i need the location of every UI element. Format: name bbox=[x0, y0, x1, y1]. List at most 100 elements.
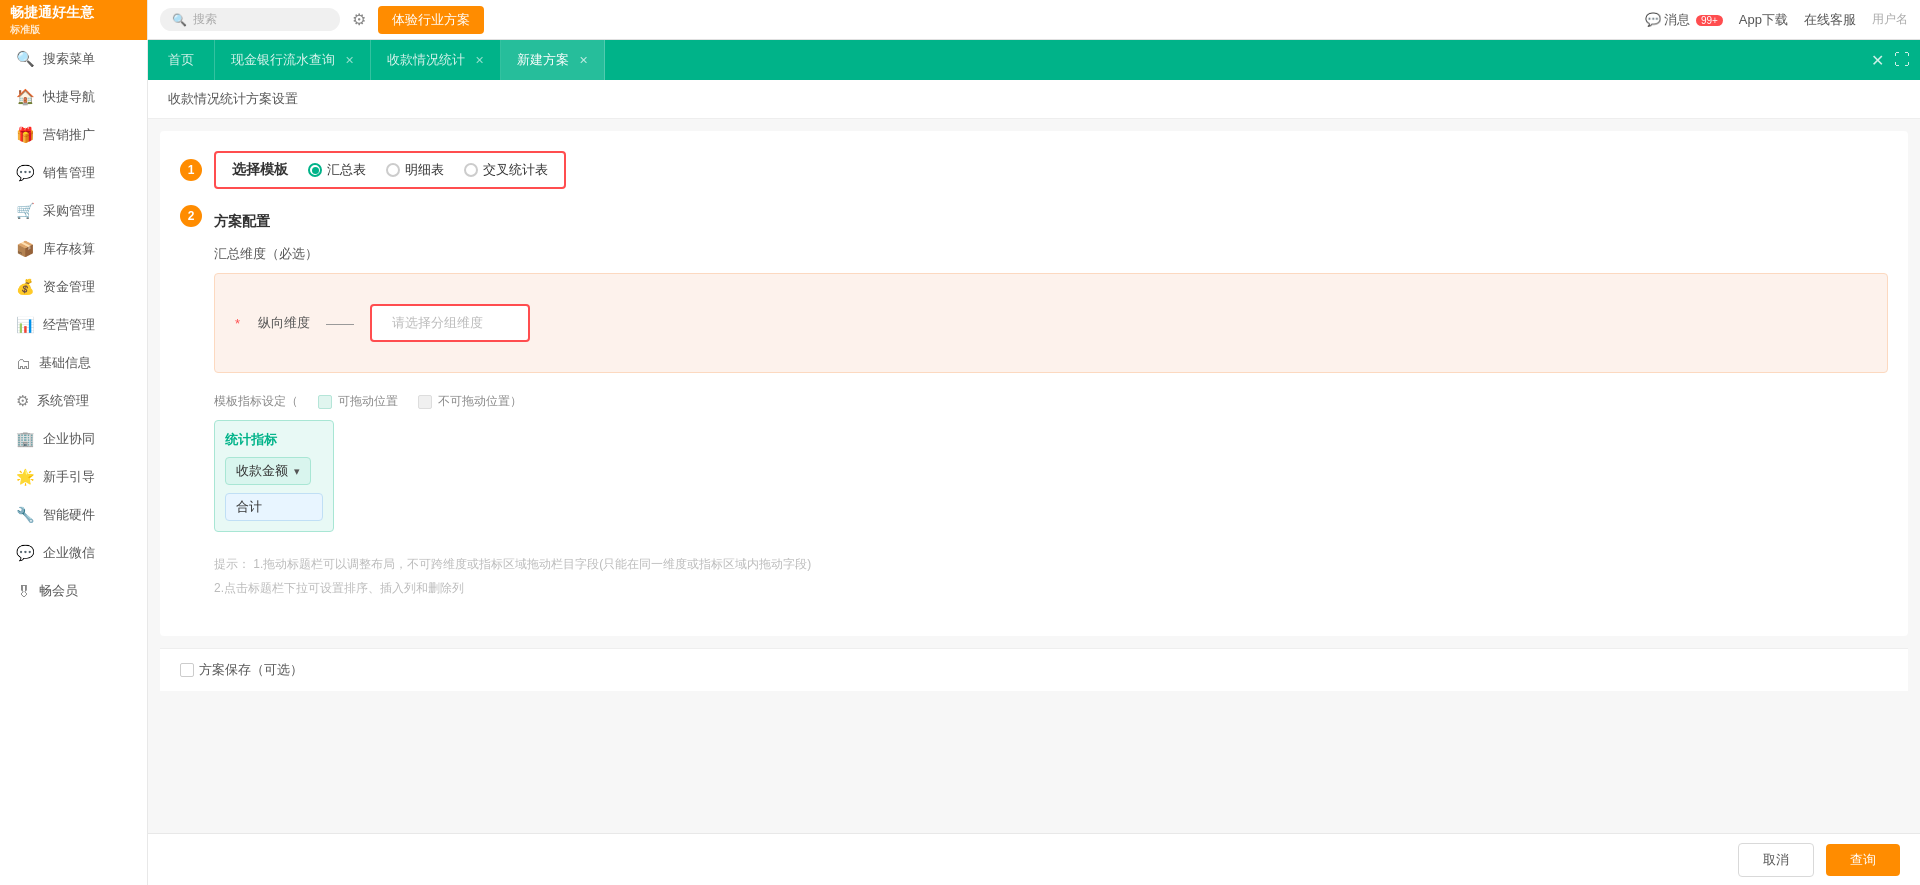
metric-subtag-total[interactable]: 合计 bbox=[225, 493, 323, 521]
step2-label: 方案配置 bbox=[214, 213, 1888, 231]
topbar: 🔍 搜索 ⚙ 体验行业方案 💬 消息 99+ App下载 在线客服 用户名 bbox=[148, 0, 1920, 40]
save-checkbox-label[interactable]: 方案保存（可选） bbox=[180, 661, 303, 679]
notification-icon[interactable]: 💬 消息 99+ bbox=[1645, 11, 1723, 29]
form-section: 1 选择模板 汇总表 明细表 交叉统 bbox=[160, 131, 1908, 636]
vertical-dim-label: 纵向维度 bbox=[258, 314, 310, 332]
gear-icon[interactable]: ⚙ bbox=[352, 10, 366, 29]
step2-row: 2 方案配置 汇总维度（必选） * 纵向维度 —— 请选择分组维度 bbox=[180, 205, 1888, 600]
search-icon: 🔍 bbox=[172, 13, 187, 27]
sidebar-item-basic-info[interactable]: 🗂 基础信息 bbox=[0, 344, 147, 382]
sidebar-item-finance[interactable]: 💰 资金管理 bbox=[0, 268, 147, 306]
save-row: 方案保存（可选） bbox=[160, 648, 1908, 691]
legend-no-drag-box bbox=[418, 395, 432, 409]
page-header: 收款情况统计方案设置 bbox=[148, 80, 1920, 119]
system-icon: ⚙ bbox=[16, 392, 29, 410]
tab-new-plan-close[interactable]: ✕ bbox=[579, 54, 588, 67]
sidebar-item-smart-hw[interactable]: 🔧 智能硬件 bbox=[0, 496, 147, 534]
online-support-link[interactable]: 在线客服 bbox=[1804, 11, 1856, 29]
save-label: 方案保存（可选） bbox=[199, 661, 303, 679]
step2-badge: 2 bbox=[180, 205, 202, 227]
finance-icon: 💰 bbox=[16, 278, 35, 296]
sidebar-item-sales[interactable]: 💬 销售管理 bbox=[0, 154, 147, 192]
tab-close-all-icon[interactable]: ✕ bbox=[1871, 51, 1884, 70]
tab-bank-flow-close[interactable]: ✕ bbox=[345, 54, 354, 67]
metrics-table: 统计指标 收款金额 ▾ 合计 bbox=[214, 420, 334, 532]
page-header-text: 收款情况统计方案设置 bbox=[168, 91, 298, 106]
purchase-icon: 🛒 bbox=[16, 202, 35, 220]
marketing-icon: 🎁 bbox=[16, 126, 35, 144]
radio-cross-circle bbox=[464, 163, 478, 177]
sidebar-item-system[interactable]: ⚙ 系统管理 bbox=[0, 382, 147, 420]
radio-group-template: 汇总表 明细表 交叉统计表 bbox=[308, 161, 548, 179]
tab-receipt-stat-label: 收款情况统计 bbox=[387, 51, 465, 69]
arrow-icon: —— bbox=[326, 315, 354, 331]
radio-detail-label: 明细表 bbox=[405, 161, 444, 179]
tab-home-label: 首页 bbox=[168, 51, 194, 69]
app-download-link[interactable]: App下载 bbox=[1739, 11, 1788, 29]
logo-title: 畅捷通好生意 bbox=[10, 4, 94, 22]
metrics-label: 统计指标 bbox=[225, 431, 323, 449]
tab-receipt-stat-close[interactable]: ✕ bbox=[475, 54, 484, 67]
step1-badge: 1 bbox=[180, 159, 202, 181]
sidebar-item-search-menu[interactable]: 🔍 搜索菜单 bbox=[0, 40, 147, 78]
tab-receipt-stat[interactable]: 收款情况统计 ✕ bbox=[371, 40, 501, 80]
legend-no-drag: 不可拖动位置） bbox=[418, 393, 522, 410]
query-button[interactable]: 查询 bbox=[1826, 844, 1900, 876]
sidebar-item-newbie[interactable]: 🌟 新手引导 bbox=[0, 458, 147, 496]
metric-tag-revenue[interactable]: 收款金额 ▾ bbox=[225, 457, 311, 485]
sidebar-item-wechat[interactable]: 💬 企业微信 bbox=[0, 534, 147, 572]
sidebar-item-inventory[interactable]: 📦 库存核算 bbox=[0, 230, 147, 268]
sidebar-item-member[interactable]: 🎖 畅会员 bbox=[0, 572, 147, 610]
newbie-icon: 🌟 bbox=[16, 468, 35, 486]
tab-expand-icon[interactable]: ⛶ bbox=[1894, 51, 1910, 69]
logo-subtitle: 标准版 bbox=[10, 23, 94, 37]
sidebar-item-purchase[interactable]: 🛒 采购管理 bbox=[0, 192, 147, 230]
sidebar-item-enterprise[interactable]: 🏢 企业协同 bbox=[0, 420, 147, 458]
radio-cross[interactable]: 交叉统计表 bbox=[464, 161, 548, 179]
step1-row: 1 选择模板 汇总表 明细表 交叉统 bbox=[180, 151, 1888, 189]
tabbar: 首页 现金银行流水查询 ✕ 收款情况统计 ✕ 新建方案 ✕ ✕ ⛶ bbox=[148, 40, 1920, 80]
hint-text-1: 提示： 1.拖动标题栏可以调整布局，不可跨维度或指标区域拖动栏目字段(只能在同一… bbox=[214, 552, 1888, 576]
search-bar[interactable]: 🔍 搜索 bbox=[160, 8, 340, 31]
metric-tag-label: 收款金额 bbox=[236, 462, 288, 480]
radio-detail[interactable]: 明细表 bbox=[386, 161, 444, 179]
inventory-icon: 📦 bbox=[16, 240, 35, 258]
dim-select-box[interactable]: 请选择分组维度 bbox=[370, 304, 530, 342]
smart-hw-icon: 🔧 bbox=[16, 506, 35, 524]
sidebar-item-operations[interactable]: 📊 经营管理 bbox=[0, 306, 147, 344]
notification-label: 消息 bbox=[1664, 12, 1690, 27]
notification-badge: 99+ bbox=[1696, 15, 1723, 26]
trial-button[interactable]: 体验行业方案 bbox=[378, 6, 484, 34]
save-checkbox[interactable] bbox=[180, 663, 194, 677]
enterprise-icon: 🏢 bbox=[16, 430, 35, 448]
tab-bank-flow[interactable]: 现金银行流水查询 ✕ bbox=[215, 40, 371, 80]
template-select-box: 选择模板 汇总表 明细表 交叉统计表 bbox=[214, 151, 566, 189]
metrics-legend: 模板指标设定（ 可拖动位置 不可拖动位置） bbox=[214, 393, 1888, 410]
main-area: 🔍 搜索 ⚙ 体验行业方案 💬 消息 99+ App下载 在线客服 用户名 首页… bbox=[148, 0, 1920, 885]
radio-summary-label: 汇总表 bbox=[327, 161, 366, 179]
pivot-row: * 纵向维度 —— 请选择分组维度 bbox=[235, 304, 1867, 342]
metrics-config-text: 模板指标设定（ bbox=[214, 393, 298, 410]
basic-info-icon: 🗂 bbox=[16, 355, 31, 372]
tab-new-plan[interactable]: 新建方案 ✕ bbox=[501, 40, 605, 80]
sales-icon: 💬 bbox=[16, 164, 35, 182]
legend-no-drag-label: 不可拖动位置） bbox=[438, 393, 522, 410]
radio-detail-circle bbox=[386, 163, 400, 177]
footer-bar: 取消 查询 bbox=[148, 833, 1920, 885]
cancel-button[interactable]: 取消 bbox=[1738, 843, 1814, 877]
hint-text-2: 2.点击标题栏下拉可设置排序、插入列和删除列 bbox=[214, 576, 1888, 600]
sidebar-item-quick-nav[interactable]: 🏠 快捷导航 bbox=[0, 78, 147, 116]
member-icon: 🎖 bbox=[16, 583, 31, 600]
radio-summary-circle bbox=[308, 163, 322, 177]
legend-drag-label: 可拖动位置 bbox=[338, 393, 398, 410]
summary-dim-label: 汇总维度（必选） bbox=[214, 245, 1888, 263]
sidebar-item-marketing[interactable]: 🎁 营销推广 bbox=[0, 116, 147, 154]
quick-nav-icon: 🏠 bbox=[16, 88, 35, 106]
tab-bank-flow-label: 现金银行流水查询 bbox=[231, 51, 335, 69]
tab-home[interactable]: 首页 bbox=[148, 40, 215, 80]
pivot-area: * 纵向维度 —— 请选择分组维度 bbox=[214, 273, 1888, 373]
required-star: * bbox=[235, 316, 240, 331]
search-placeholder: 搜索 bbox=[193, 11, 217, 28]
radio-summary[interactable]: 汇总表 bbox=[308, 161, 366, 179]
topbar-right: 💬 消息 99+ App下载 在线客服 用户名 bbox=[1645, 11, 1908, 29]
